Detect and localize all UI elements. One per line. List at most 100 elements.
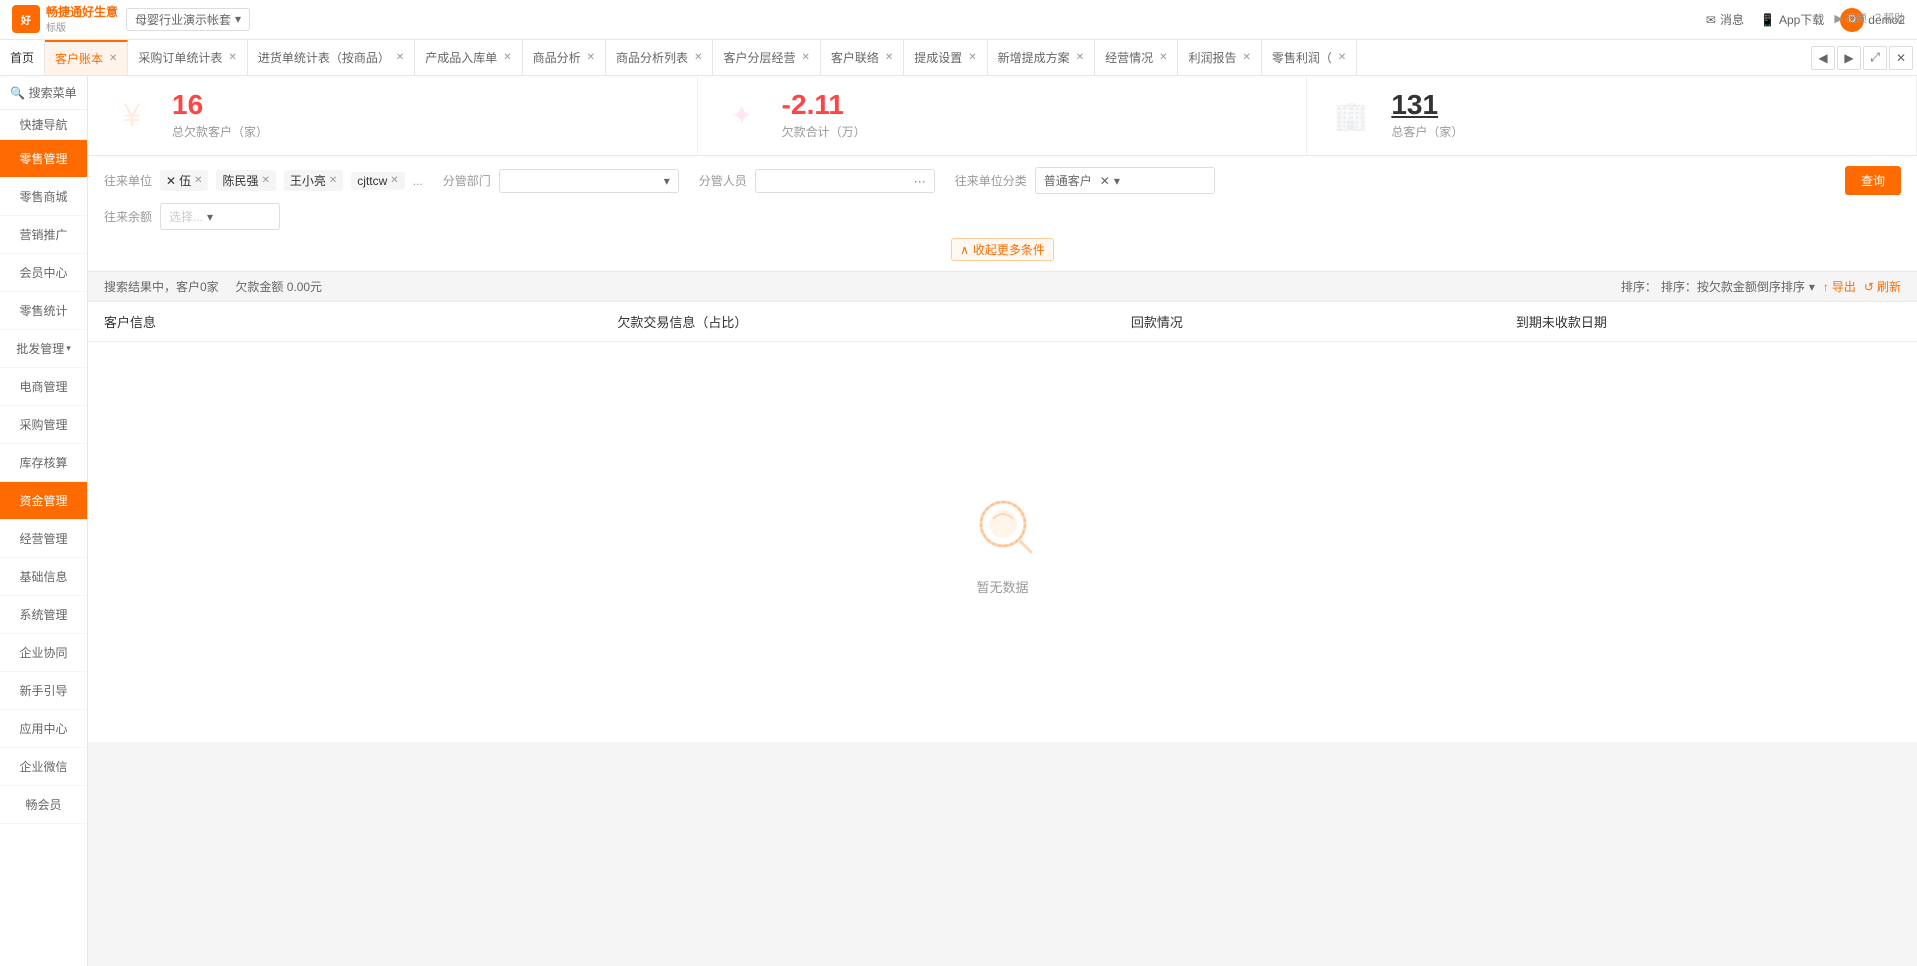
tab-close-retail-profit[interactable]: ✕ — [1338, 52, 1346, 63]
tag-close-chen[interactable]: ✕ — [262, 175, 270, 186]
tab-close-customer-tier[interactable]: ✕ — [801, 52, 809, 63]
tab-close-purchase-order[interactable]: ✕ — [228, 52, 236, 63]
tab-close-profit-report[interactable]: ✕ — [1243, 52, 1251, 63]
tab-close-product-inbound[interactable]: ✕ — [503, 52, 511, 63]
table-header: 客户信息 欠款交易信息（占比） 回款情况 到期未收款日期 — [88, 302, 1917, 342]
tab-close-inbound-stat[interactable]: ✕ — [396, 52, 404, 63]
query-button[interactable]: 查询 — [1845, 166, 1901, 195]
balance-label: 往来余额 — [104, 208, 152, 225]
unit-label: 往来单位 — [104, 172, 152, 189]
workspace-dropdown-icon: ▾ — [235, 12, 241, 26]
tab-customer-tier[interactable]: 客户分层经营 ✕ — [713, 40, 820, 76]
logo-area: 好 畅捷通好生意 标版 — [12, 5, 118, 34]
tab-inbound-stat[interactable]: 进货单统计表（按商品） ✕ — [248, 40, 415, 76]
overdue-customers-number: 16 — [172, 91, 268, 119]
dept-dropdown-icon: ▾ — [664, 174, 670, 188]
sidebar-item-purchase[interactable]: 采购管理 — [0, 406, 87, 444]
app-icon: 📱 — [1760, 13, 1775, 27]
tab-customer-book[interactable]: 客户账本 ✕ — [45, 40, 128, 76]
overdue-amount-icon: ✦ — [718, 92, 766, 140]
sidebar-item-enterprise-wechat[interactable]: 企业微信 — [0, 748, 87, 786]
balance-select[interactable]: 选择... ▾ — [160, 203, 280, 230]
overdue-amount-label: 欠款合计（万） — [782, 123, 866, 140]
total-customers-label: 总客户（家） — [1391, 123, 1463, 140]
sidebar-item-ecommerce[interactable]: 电商管理 — [0, 368, 87, 406]
message-icon: ✉ — [1706, 13, 1716, 27]
sidebar-item-marketing[interactable]: 营销推广 — [0, 216, 87, 254]
export-icon: ↑ — [1823, 280, 1829, 294]
refresh-btn[interactable]: ↺ 刷新 — [1864, 278, 1901, 295]
nav-prev-btn[interactable]: ◀ — [1811, 46, 1835, 70]
filter-tag-wang: 王小亮 ✕ — [284, 170, 343, 191]
sidebar-item-retail-stat[interactable]: 零售统计 — [0, 292, 87, 330]
unit-category-select[interactable]: 普通客户 ✕ ▾ — [1035, 167, 1215, 194]
tab-close-business-status[interactable]: ✕ — [1159, 52, 1167, 63]
sidebar-item-inventory[interactable]: 库存核算 — [0, 444, 87, 482]
tab-profit-report[interactable]: 利润报告 ✕ — [1178, 40, 1261, 76]
stat-overdue-customers: ¥ 16 总欠款客户（家） — [88, 76, 698, 155]
sidebar-item-business-management[interactable]: 经营管理 — [0, 520, 87, 558]
message-btn[interactable]: ✉ 消息 — [1706, 11, 1744, 28]
sidebar-item-basic-info[interactable]: 基础信息 — [0, 558, 87, 596]
tab-product-analysis[interactable]: 商品分析 ✕ — [523, 40, 606, 76]
tab-new-promotion[interactable]: 新增提成方案 ✕ — [988, 40, 1095, 76]
tab-close-customer-book[interactable]: ✕ — [109, 53, 117, 64]
more-tags-btn[interactable]: ... — [413, 174, 423, 188]
nav-next-btn[interactable]: ▶ — [1837, 46, 1861, 70]
tab-close-new-promotion[interactable]: ✕ — [1076, 52, 1084, 63]
tag-close-cjttcw[interactable]: ✕ — [390, 175, 398, 186]
sidebar-item-wholesale[interactable]: 批发管理 ▾ — [0, 330, 87, 368]
app-download-btn[interactable]: 📱 App下载 — [1760, 11, 1824, 28]
sidebar-search[interactable]: 🔍 搜索菜单 — [0, 76, 87, 110]
sidebar-quick-nav[interactable]: 快捷导航 — [0, 110, 87, 140]
refresh-icon: ↺ — [1864, 280, 1874, 294]
sidebar-item-system[interactable]: 系统管理 — [0, 596, 87, 634]
overdue-amount-number: -2.11 — [782, 91, 866, 119]
sidebar-item-retail-mall[interactable]: 零售商城 — [0, 178, 87, 216]
result-text: 搜索结果中，客户0家 欠款金额 0.00元 — [104, 278, 322, 295]
tab-retail-profit[interactable]: 零售利润（ ✕ — [1262, 40, 1357, 76]
tag-close-wang[interactable]: ✕ — [329, 175, 337, 186]
export-btn[interactable]: ↑ 导出 — [1823, 278, 1856, 295]
person-select[interactable]: ··· — [755, 169, 935, 193]
tab-home[interactable]: 首页 — [0, 40, 45, 76]
filter-row-2: 往来余额 选择... ▾ — [104, 203, 1901, 230]
table-body: 暂无数据 — [88, 342, 1917, 742]
empty-icon — [963, 489, 1043, 569]
sidebar-item-retail-management[interactable]: 零售管理 — [0, 140, 87, 178]
sort-select[interactable]: 排序： 排序：按欠款金额倒序排序 ▾ — [1621, 278, 1815, 295]
sidebar-item-capital[interactable]: 资金管理 — [0, 482, 87, 520]
total-customers-number: 131 — [1391, 91, 1463, 119]
tab-close-product-analysis[interactable]: ✕ — [587, 52, 595, 63]
sidebar-item-member-center[interactable]: 会员中心 — [0, 254, 87, 292]
col-due-date: 到期未收款日期 — [1516, 312, 1901, 331]
collapse-btn[interactable]: ∧ 收起更多条件 — [951, 238, 1054, 261]
category-tag-close[interactable]: ✕ — [1100, 174, 1110, 188]
tag-close-wu[interactable]: ✕ — [194, 175, 202, 186]
data-table: 客户信息 欠款交易信息（占比） 回款情况 到期未收款日期 暂无数据 — [88, 302, 1917, 742]
tab-purchase-order[interactable]: 采购订单统计表 ✕ — [128, 40, 247, 76]
tab-business-status[interactable]: 经营情况 ✕ — [1095, 40, 1178, 76]
workspace-selector[interactable]: 母婴行业演示帐套 ▾ — [126, 8, 250, 31]
collapse-icon: ∧ — [960, 243, 969, 257]
dept-select[interactable]: ▾ — [499, 169, 679, 193]
col-repayment: 回款情况 — [1131, 312, 1516, 331]
tab-close-promotion-settings[interactable]: ✕ — [968, 52, 976, 63]
col-customer-info: 客户信息 — [104, 312, 617, 331]
tab-customer-contact[interactable]: 客户联络 ✕ — [821, 40, 904, 76]
dept-label: 分管部门 — [443, 172, 491, 189]
tab-promotion-settings[interactable]: 提成设置 ✕ — [904, 40, 987, 76]
sidebar-item-member[interactable]: 畅会员 — [0, 786, 87, 824]
stats-row: ¥ 16 总欠款客户（家） ✦ -2.11 欠款合计（万） 🏢 — [88, 76, 1917, 156]
sidebar-item-app-center[interactable]: 应用中心 — [0, 710, 87, 748]
tab-product-inbound[interactable]: 产成品入库单 ✕ — [415, 40, 522, 76]
sidebar-item-enterprise-coop[interactable]: 企业协同 — [0, 634, 87, 672]
tab-close-product-analysis-list[interactable]: ✕ — [694, 52, 702, 63]
nav-close-all-btn[interactable]: ✕ — [1889, 46, 1913, 70]
total-customers-icon: 🏢 — [1327, 92, 1375, 140]
tab-close-customer-contact[interactable]: ✕ — [885, 52, 893, 63]
logo-text: 畅捷通好生意 — [46, 5, 118, 19]
sidebar-item-new-guide[interactable]: 新手引导 — [0, 672, 87, 710]
nav-maximize-btn[interactable]: ⤢ — [1863, 46, 1887, 70]
tab-product-analysis-list[interactable]: 商品分析列表 ✕ — [606, 40, 713, 76]
